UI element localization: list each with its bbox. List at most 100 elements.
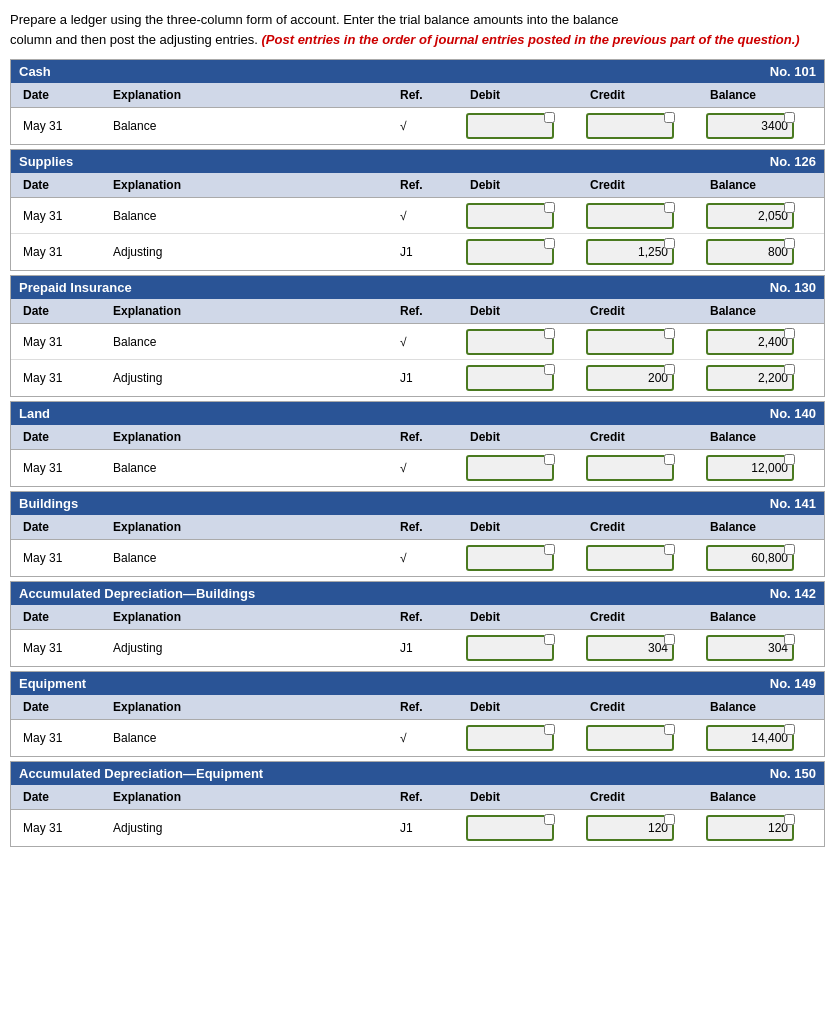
row-debit[interactable] <box>466 815 586 841</box>
row-debit[interactable] <box>466 455 586 481</box>
ledger-checkbox[interactable] <box>664 724 675 735</box>
ledger-checkbox[interactable] <box>784 112 795 123</box>
ledger-checkbox[interactable] <box>784 238 795 249</box>
ledger-input-field[interactable] <box>706 203 794 229</box>
ledger-input-field[interactable] <box>586 635 674 661</box>
ledger-input-field[interactable] <box>586 365 674 391</box>
ledger-checkbox[interactable] <box>544 112 555 123</box>
ledger-input-field[interactable] <box>706 455 794 481</box>
col-header-date: Date <box>19 698 109 716</box>
ledger-checkbox[interactable] <box>544 364 555 375</box>
ledger-checkbox[interactable] <box>544 328 555 339</box>
row-balance[interactable] <box>706 455 816 481</box>
row-credit[interactable] <box>586 455 706 481</box>
ledger-checkbox[interactable] <box>544 724 555 735</box>
ledger-input-field[interactable] <box>706 635 794 661</box>
ledger-checkbox[interactable] <box>664 112 675 123</box>
row-ref: J1 <box>396 819 466 837</box>
ledger-checkbox[interactable] <box>544 454 555 465</box>
ledger-input-field[interactable] <box>586 203 674 229</box>
row-debit[interactable] <box>466 239 586 265</box>
ledger-input-field[interactable] <box>586 545 674 571</box>
ledger-input-field[interactable] <box>586 239 674 265</box>
col-header-ref.: Ref. <box>396 86 466 104</box>
row-explanation: Adjusting <box>109 639 396 657</box>
row-balance[interactable] <box>706 725 816 751</box>
ledger-checkbox[interactable] <box>664 364 675 375</box>
row-explanation: Balance <box>109 117 396 135</box>
ledger-row-3-0: May 31Balance√ <box>11 450 824 486</box>
row-credit[interactable] <box>586 365 706 391</box>
row-debit[interactable] <box>466 203 586 229</box>
ledger-input-field[interactable] <box>466 329 554 355</box>
ledger-checkbox[interactable] <box>664 814 675 825</box>
ledger-input-field[interactable] <box>706 365 794 391</box>
ledger-checkbox[interactable] <box>664 634 675 645</box>
row-credit[interactable] <box>586 239 706 265</box>
row-balance[interactable] <box>706 545 816 571</box>
ledger-input-field[interactable] <box>706 815 794 841</box>
ledger-input-field[interactable] <box>706 545 794 571</box>
row-credit[interactable] <box>586 545 706 571</box>
row-balance[interactable] <box>706 815 816 841</box>
row-debit[interactable] <box>466 113 586 139</box>
row-credit[interactable] <box>586 329 706 355</box>
ledger-input-field[interactable] <box>466 725 554 751</box>
ledger-input-field[interactable] <box>466 455 554 481</box>
col-header-debit: Debit <box>466 698 586 716</box>
row-credit[interactable] <box>586 635 706 661</box>
ledger-checkbox[interactable] <box>544 544 555 555</box>
ledger-checkbox[interactable] <box>664 454 675 465</box>
ledger-input-field[interactable] <box>586 329 674 355</box>
ledger-input-field[interactable] <box>466 365 554 391</box>
ledger-input-field[interactable] <box>466 545 554 571</box>
ledger-checkbox[interactable] <box>664 328 675 339</box>
ledger-checkbox[interactable] <box>784 454 795 465</box>
ledger-checkbox[interactable] <box>784 724 795 735</box>
ledger-checkbox[interactable] <box>544 238 555 249</box>
ledger-checkbox[interactable] <box>784 634 795 645</box>
row-debit[interactable] <box>466 329 586 355</box>
ledger-input-field[interactable] <box>466 635 554 661</box>
ledger-checkbox[interactable] <box>664 544 675 555</box>
row-credit[interactable] <box>586 113 706 139</box>
ledger-input-field[interactable] <box>466 203 554 229</box>
ledger-checkbox[interactable] <box>544 814 555 825</box>
ledger-input-field[interactable] <box>466 815 554 841</box>
account-number: No. 140 <box>770 406 816 421</box>
ledger-checkbox[interactable] <box>664 238 675 249</box>
row-debit[interactable] <box>466 365 586 391</box>
row-balance[interactable] <box>706 113 816 139</box>
ledger-input-field[interactable] <box>466 113 554 139</box>
ledger-input-field[interactable] <box>586 455 674 481</box>
ledger-input-field[interactable] <box>706 113 794 139</box>
row-balance[interactable] <box>706 635 816 661</box>
row-balance[interactable] <box>706 365 816 391</box>
ledger-input-field[interactable] <box>706 329 794 355</box>
ledger-input-field[interactable] <box>706 725 794 751</box>
row-credit[interactable] <box>586 203 706 229</box>
ledger-input-field[interactable] <box>586 113 674 139</box>
row-credit[interactable] <box>586 815 706 841</box>
row-debit[interactable] <box>466 635 586 661</box>
row-debit[interactable] <box>466 545 586 571</box>
ledger-checkbox[interactable] <box>544 634 555 645</box>
ledger-input-field[interactable] <box>586 815 674 841</box>
row-balance[interactable] <box>706 239 816 265</box>
row-debit[interactable] <box>466 725 586 751</box>
ledger-checkbox[interactable] <box>784 202 795 213</box>
ledger-checkbox[interactable] <box>544 202 555 213</box>
ledger-checkbox[interactable] <box>784 364 795 375</box>
ledger-checkbox[interactable] <box>664 202 675 213</box>
row-balance[interactable] <box>706 329 816 355</box>
ledger-input-field[interactable] <box>706 239 794 265</box>
row-balance[interactable] <box>706 203 816 229</box>
col-header-credit: Credit <box>586 608 706 626</box>
ledger-checkbox[interactable] <box>784 814 795 825</box>
ledger-checkbox[interactable] <box>784 544 795 555</box>
ledger-checkbox[interactable] <box>784 328 795 339</box>
row-credit[interactable] <box>586 725 706 751</box>
ledger-input-field[interactable] <box>586 725 674 751</box>
row-date: May 31 <box>19 117 109 135</box>
ledger-input-field[interactable] <box>466 239 554 265</box>
